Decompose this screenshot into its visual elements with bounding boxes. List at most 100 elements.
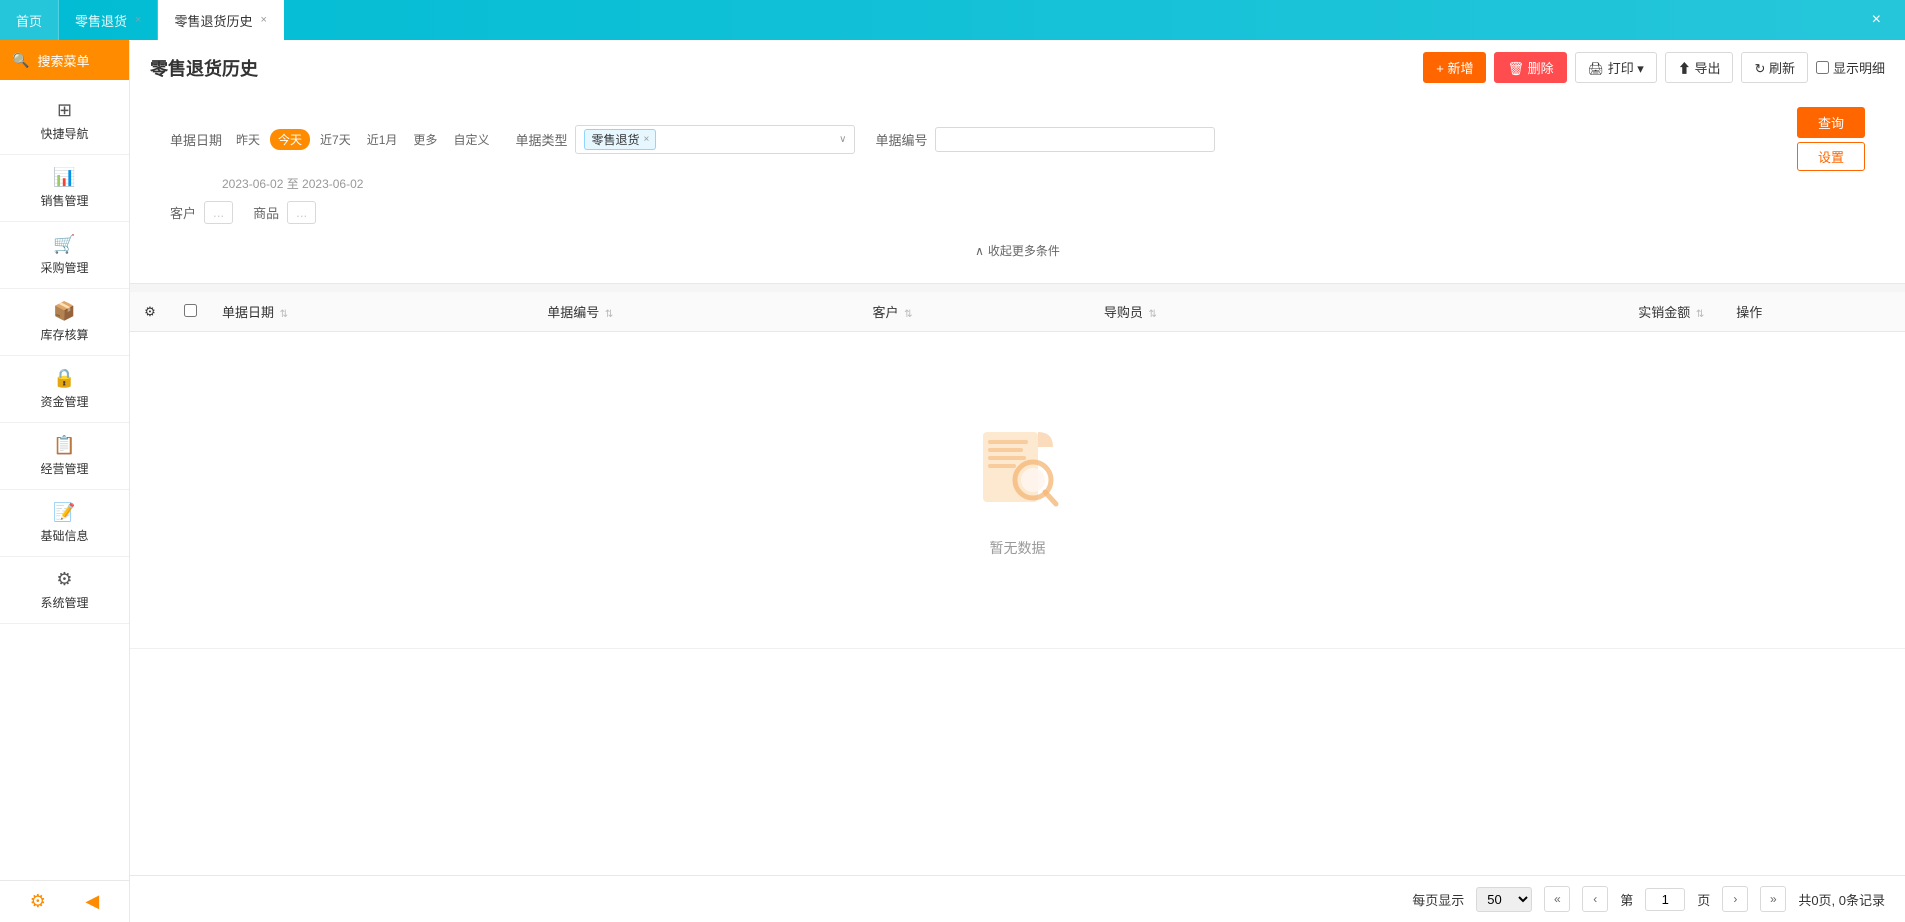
print-button[interactable]: 🖨 打印 ▾ xyxy=(1575,52,1657,83)
empty-text: 暂无数据 xyxy=(990,538,1046,558)
page-label: 第 xyxy=(1620,890,1633,909)
next-page-button[interactable]: › xyxy=(1722,886,1748,912)
settings-button[interactable]: 设置 xyxy=(1797,142,1865,171)
type-tag-close[interactable]: × xyxy=(643,134,649,145)
sidebar-settings-button[interactable]: ⚙ xyxy=(30,891,46,912)
page-input[interactable] xyxy=(1645,888,1685,911)
sidebar-collapse-button[interactable]: ◀ xyxy=(85,891,99,912)
sidebar-item-purchase[interactable]: 🛒 采购管理 xyxy=(0,222,129,289)
table-header: ⚙ 单据日期 ⇅ 单据编号 ⇅ 客户 xyxy=(130,292,1905,332)
display-checkbox[interactable] xyxy=(1816,61,1829,74)
th-guide[interactable]: 导购员 ⇅ xyxy=(1092,292,1370,332)
customer-filter-label: 客户 xyxy=(170,203,196,222)
th-date-label: 单据日期 xyxy=(222,305,274,320)
date-filter-label: 单据日期 xyxy=(170,130,222,149)
th-settings[interactable]: ⚙ xyxy=(130,292,170,332)
sidebar-item-operation-label: 经营管理 xyxy=(40,460,88,477)
empty-row: 暂无数据 xyxy=(130,332,1905,649)
window-close-button[interactable]: × xyxy=(1864,7,1889,33)
tab-return[interactable]: 零售退货 × xyxy=(59,0,158,40)
date-yesterday[interactable]: 昨天 xyxy=(230,129,266,150)
first-page-icon: « xyxy=(1554,892,1561,906)
th-action-label: 操作 xyxy=(1736,305,1762,320)
sidebar-search-label: 搜索菜单 xyxy=(37,51,89,70)
display-toggle[interactable]: 显示明细 xyxy=(1816,58,1885,77)
sidebar-item-basic-label: 基础信息 xyxy=(40,527,88,544)
th-date[interactable]: 单据日期 ⇅ xyxy=(210,292,535,332)
inventory-icon: 📦 xyxy=(53,301,75,322)
query-button[interactable]: 查询 xyxy=(1797,107,1865,138)
per-page-select[interactable]: 20 50 100 xyxy=(1476,887,1532,912)
th-number-sort: ⇅ xyxy=(605,309,613,320)
date-more[interactable]: 更多 xyxy=(407,129,443,150)
sidebar-item-finance-label: 资金管理 xyxy=(40,393,88,410)
quicknav-icon: ⊞ xyxy=(57,100,72,121)
purchase-icon: 🛒 xyxy=(53,234,75,255)
last-page-button[interactable]: » xyxy=(1760,886,1786,912)
tab-return-close[interactable]: × xyxy=(135,14,141,26)
sidebar-menu: ⊞ 快捷导航 📊 销售管理 🛒 采购管理 📦 库存核算 🔒 资金管理 📋 xyxy=(0,80,129,880)
sidebar-item-operation[interactable]: 📋 经营管理 xyxy=(0,423,129,490)
data-table: ⚙ 单据日期 ⇅ 单据编号 ⇅ 客户 xyxy=(130,292,1905,649)
th-guide-label: 导购员 xyxy=(1104,305,1143,320)
sidebar-item-inventory[interactable]: 📦 库存核算 xyxy=(0,289,129,356)
type-tag-value: 零售退货 xyxy=(591,131,639,148)
sidebar-item-finance[interactable]: 🔒 资金管理 xyxy=(0,356,129,423)
customer-ellipsis[interactable]: ... xyxy=(204,201,233,224)
query-settings-col: 查询 设置 xyxy=(1797,107,1865,171)
collapse-icon: ∧ xyxy=(975,244,984,258)
tab-history[interactable]: 零售退货历史 × xyxy=(158,0,283,40)
select-all-checkbox[interactable] xyxy=(184,304,197,317)
th-checkbox[interactable] xyxy=(170,292,210,332)
th-amount[interactable]: 实销金额 ⇅ xyxy=(1370,292,1724,332)
date-range-row: 2023-06-02 至 2023-06-02 xyxy=(170,175,1865,193)
refresh-button[interactable]: ↻ 刷新 xyxy=(1741,52,1808,83)
goods-filter: 商品 ... xyxy=(253,201,316,224)
export-button[interactable]: ⬆ 导出 xyxy=(1665,52,1734,83)
type-tag: 零售退货 × xyxy=(584,129,656,150)
toolbar-buttons: + 新增 🗑 删除 🖨 打印 ▾ ⬆ 导出 ↻ 刷新 显示明细 xyxy=(1423,52,1885,83)
th-action: 操作 xyxy=(1724,292,1905,332)
empty-illustration xyxy=(968,422,1068,522)
table-area: ⚙ 单据日期 ⇅ 单据编号 ⇅ 客户 xyxy=(130,292,1905,875)
sidebar-item-sales[interactable]: 📊 销售管理 xyxy=(0,155,129,222)
tab-return-label: 零售退货 xyxy=(75,11,127,30)
sidebar-item-sales-label: 销售管理 xyxy=(40,192,88,209)
table-header-row: ⚙ 单据日期 ⇅ 单据编号 ⇅ 客户 xyxy=(130,292,1905,332)
type-filter: 单据类型 零售退货 × ∨ xyxy=(515,125,855,154)
basic-icon: 📝 xyxy=(53,502,75,523)
th-number[interactable]: 单据编号 ⇅ xyxy=(535,292,860,332)
number-input[interactable] xyxy=(935,127,1215,152)
sidebar-item-system[interactable]: ⚙ 系统管理 xyxy=(0,557,129,624)
number-filter: 单据编号 xyxy=(875,127,1215,152)
search-icon: 🔍 xyxy=(12,52,29,69)
date-filter: 单据日期 昨天 今天 近7天 近1月 更多 自定义 xyxy=(170,129,495,150)
prev-page-button[interactable]: ‹ xyxy=(1582,886,1608,912)
tab-home-label: 首页 xyxy=(16,11,42,30)
new-button[interactable]: + 新增 xyxy=(1423,52,1486,83)
goods-filter-label: 商品 xyxy=(253,203,279,222)
type-dropdown[interactable]: 零售退货 × ∨ xyxy=(575,125,855,154)
filter-row-1: 单据日期 昨天 今天 近7天 近1月 更多 自定义 单据类型 xyxy=(170,107,1865,171)
date-7days[interactable]: 近7天 xyxy=(314,129,357,150)
sidebar-item-quicknav[interactable]: ⊞ 快捷导航 xyxy=(0,88,129,155)
number-filter-label: 单据编号 xyxy=(875,130,927,149)
sidebar-search[interactable]: 🔍 搜索菜单 xyxy=(0,40,129,80)
collapse-divider: ∧ 收起更多条件 xyxy=(170,234,1865,271)
page-suffix: 页 xyxy=(1697,890,1710,909)
sidebar-item-basic[interactable]: 📝 基础信息 xyxy=(0,490,129,557)
goods-ellipsis[interactable]: ... xyxy=(287,201,316,224)
date-custom[interactable]: 自定义 xyxy=(447,129,495,150)
first-page-button[interactable]: « xyxy=(1544,886,1570,912)
th-customer[interactable]: 客户 ⇅ xyxy=(861,292,1092,332)
tab-history-close[interactable]: × xyxy=(260,14,266,26)
tab-home[interactable]: 首页 xyxy=(0,0,59,40)
sidebar-item-quicknav-label: 快捷导航 xyxy=(40,125,88,142)
th-amount-label: 实销金额 xyxy=(1638,305,1690,320)
total-info: 共0页, 0条记录 xyxy=(1798,890,1885,909)
collapse-button[interactable]: ∧ 收起更多条件 xyxy=(963,238,1072,263)
empty-cell: 暂无数据 xyxy=(130,332,1905,649)
delete-button[interactable]: 🗑 删除 xyxy=(1494,52,1566,83)
date-today[interactable]: 今天 xyxy=(270,129,310,150)
date-1month[interactable]: 近1月 xyxy=(361,129,404,150)
